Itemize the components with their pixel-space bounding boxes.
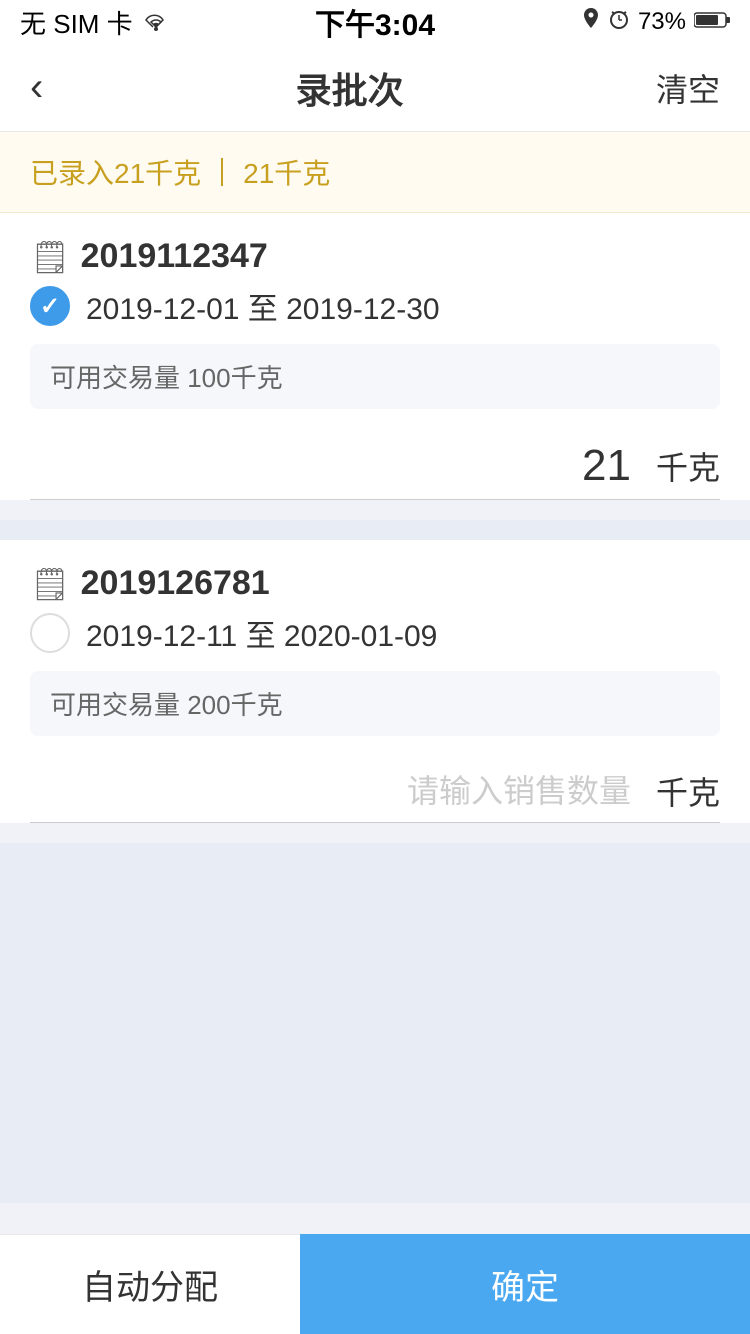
status-right: 73% xyxy=(582,8,730,37)
battery-text: 73% xyxy=(638,8,686,36)
page-title: 录批次 xyxy=(296,62,404,114)
batch-1-checkbox[interactable] xyxy=(30,286,70,326)
clear-button[interactable]: 清空 xyxy=(656,65,720,111)
location-icon xyxy=(582,8,600,37)
confirm-button[interactable]: 确定 xyxy=(300,1234,750,1334)
batch-2-underline xyxy=(30,822,720,823)
batch-1-header: 🗒 2019112347 xyxy=(0,213,750,284)
card-separator-1 xyxy=(0,520,750,540)
batch-2-header: 🗒 2019126781 xyxy=(0,540,750,611)
carrier-text: 无 SIM 卡 xyxy=(20,4,133,41)
batch-1-date-row: 2019-12-01 至 2019-12-30 xyxy=(0,284,750,344)
batch-1-available: 可用交易量 100千克 xyxy=(30,344,720,409)
page-wrapper: 无 SIM 卡 下午3:04 xyxy=(0,0,750,1334)
batch-2-available: 可用交易量 200千克 xyxy=(30,671,720,736)
batch-1-icon: 🗒 xyxy=(30,238,71,276)
alarm-icon xyxy=(608,8,630,37)
status-time: 下午3:04 xyxy=(315,0,435,44)
content-area: 已录入21千克 21千克 🗒 2019112347 2019-12-01 至 2… xyxy=(0,132,750,1334)
battery-icon xyxy=(694,8,730,36)
auto-distribute-button[interactable]: 自动分配 xyxy=(0,1234,300,1334)
batch-2-date: 2019-12-11 至 2020-01-09 xyxy=(86,611,437,655)
wifi-icon xyxy=(141,7,171,38)
batch-1-amount-row: 千克 xyxy=(0,425,750,491)
nav-bar: ‹ 录批次 清空 xyxy=(0,44,750,132)
batch-1-unit: 千克 xyxy=(656,443,720,489)
batch-card-2: 🗒 2019126781 2019-12-11 至 2020-01-09 可用交… xyxy=(0,540,750,823)
status-bar: 无 SIM 卡 下午3:04 xyxy=(0,0,750,44)
batch-2-amount-input[interactable] xyxy=(346,773,646,810)
info-bar: 已录入21千克 21千克 xyxy=(0,132,750,213)
recorded-amount-label: 已录入21千克 xyxy=(30,152,201,192)
recorded-amount-value: 21千克 xyxy=(243,152,330,192)
status-left: 无 SIM 卡 xyxy=(20,4,171,41)
batch-2-unit: 千克 xyxy=(656,768,720,814)
batch-2-id: 2019126781 xyxy=(81,564,270,603)
back-button[interactable]: ‹ xyxy=(30,65,43,110)
batch-1-underline xyxy=(30,499,720,500)
batch-1-id: 2019112347 xyxy=(81,237,268,276)
batch-2-icon: 🗒 xyxy=(30,565,71,603)
info-divider xyxy=(221,158,223,186)
batch-1-amount-input[interactable] xyxy=(446,441,646,491)
batch-2-date-row: 2019-12-11 至 2020-01-09 xyxy=(0,611,750,671)
batch-2-checkbox[interactable] xyxy=(30,613,70,653)
batch-card-1: 🗒 2019112347 2019-12-01 至 2019-12-30 可用交… xyxy=(0,213,750,500)
bottom-buttons: 自动分配 确定 xyxy=(0,1234,750,1334)
bottom-empty-area xyxy=(0,843,750,1203)
batch-2-amount-row: 千克 xyxy=(0,752,750,814)
batch-1-date: 2019-12-01 至 2019-12-30 xyxy=(86,284,440,328)
